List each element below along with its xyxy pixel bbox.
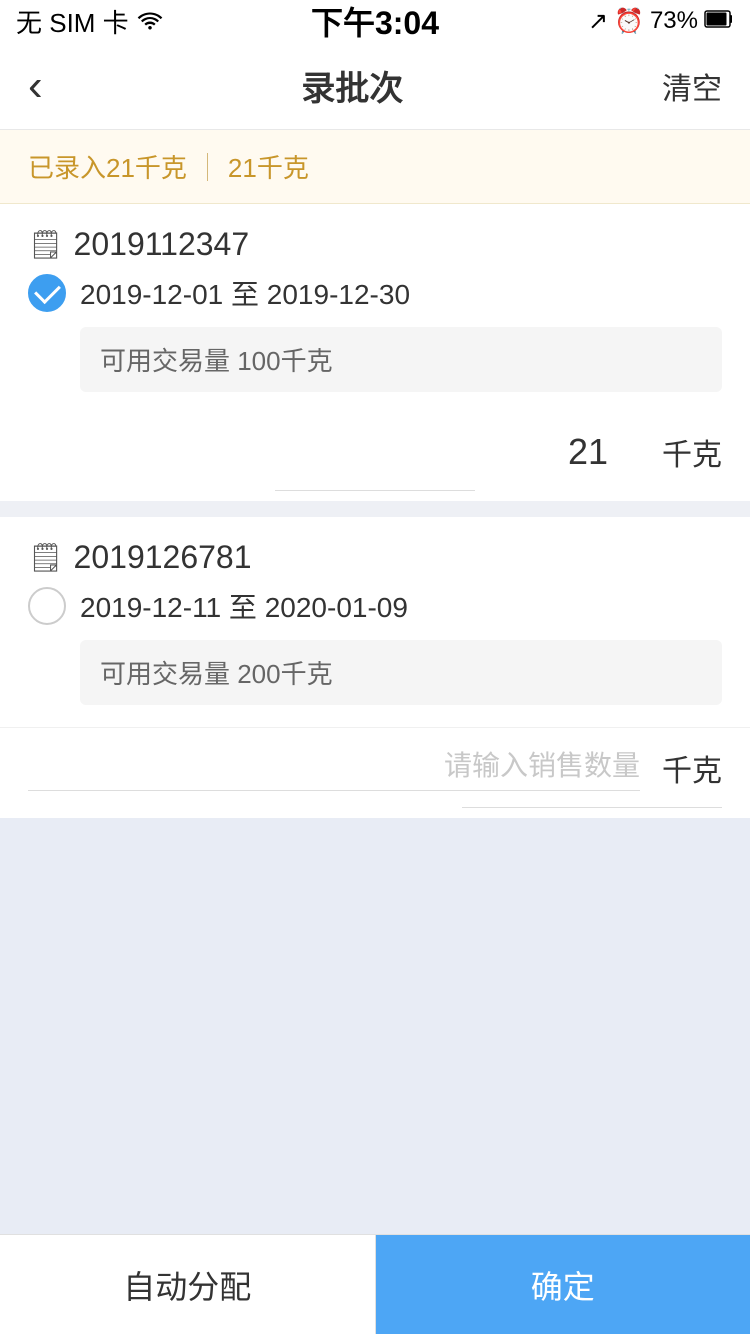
batch-card-1: 🗒 2019112347 2019-12-01 至 2019-12-30 可用交…: [0, 204, 750, 501]
batch-2-doc-icon: 🗒: [28, 541, 64, 574]
info-amount: 21千克: [228, 148, 309, 185]
status-bar: 无 SIM 卡 下午3:04 ↗ ⏰ 73%: [0, 0, 750, 42]
batch-card-2: 🗒 2019126781 2019-12-11 至 2020-01-09 可用交…: [0, 517, 750, 818]
confirm-button[interactable]: 确定: [376, 1235, 750, 1334]
status-right: ↗ ⏰ 73%: [588, 7, 734, 36]
battery-label: 73%: [650, 7, 698, 35]
auto-distribute-button[interactable]: 自动分配: [0, 1235, 376, 1334]
status-left: 无 SIM 卡: [16, 3, 165, 40]
batch-1-radio[interactable]: [28, 274, 66, 312]
bottom-area: [0, 818, 750, 1234]
batch-2-date: 2019-12-11 至 2020-01-09: [80, 586, 408, 626]
batch-2-id: 2019126781: [74, 539, 252, 576]
sim-label: 无 SIM 卡: [16, 3, 129, 40]
wifi-icon: [135, 6, 165, 37]
back-button[interactable]: ‹: [28, 64, 43, 108]
batch-2-date-row: 2019-12-11 至 2020-01-09: [28, 586, 722, 626]
batch-1-id: 2019112347: [74, 226, 250, 263]
status-time: 下午3:04: [311, 0, 439, 44]
footer: 自动分配 确定: [0, 1234, 750, 1334]
qty-separator-2: [462, 807, 722, 808]
batch-1-quantity-value: 21: [568, 431, 608, 473]
recorded-label: 已录入21千克: [28, 148, 187, 185]
section-divider-1: [0, 501, 750, 517]
batch-1-date: 2019-12-01 至 2019-12-30: [80, 273, 410, 313]
info-divider: [207, 153, 208, 181]
batch-1-header: 🗒 2019112347: [28, 226, 722, 263]
batch-2-input-underline: 请输入销售数量: [28, 744, 640, 791]
alarm-icon: ⏰: [614, 7, 644, 36]
page-title: 录批次: [301, 61, 403, 110]
batch-2-radio[interactable]: [28, 587, 66, 625]
batch-1-available: 可用交易量 100千克: [80, 327, 722, 392]
batch-2-header: 🗒 2019126781: [28, 539, 722, 576]
info-banner: 已录入21千克 21千克: [0, 130, 750, 204]
qty-separator-1: [275, 490, 475, 491]
batch-2-unit: 千克: [662, 746, 722, 790]
batch-2-input-placeholder: 请输入销售数量: [444, 744, 640, 784]
battery-icon: [704, 7, 734, 35]
batch-2-available: 可用交易量 200千克: [80, 640, 722, 705]
batch-2-input-row: 请输入销售数量 千克: [0, 727, 750, 807]
batch-1-doc-icon: 🗒: [28, 228, 64, 261]
batch-1-quantity-row: 21 千克: [0, 414, 750, 490]
batch-1-quantity-unit: 千克: [662, 430, 722, 474]
nav-bar: ‹ 录批次 清空: [0, 42, 750, 130]
batch-1-date-row: 2019-12-01 至 2019-12-30: [28, 273, 722, 313]
location-icon: ↗: [588, 7, 608, 36]
clear-button[interactable]: 清空: [662, 64, 722, 108]
